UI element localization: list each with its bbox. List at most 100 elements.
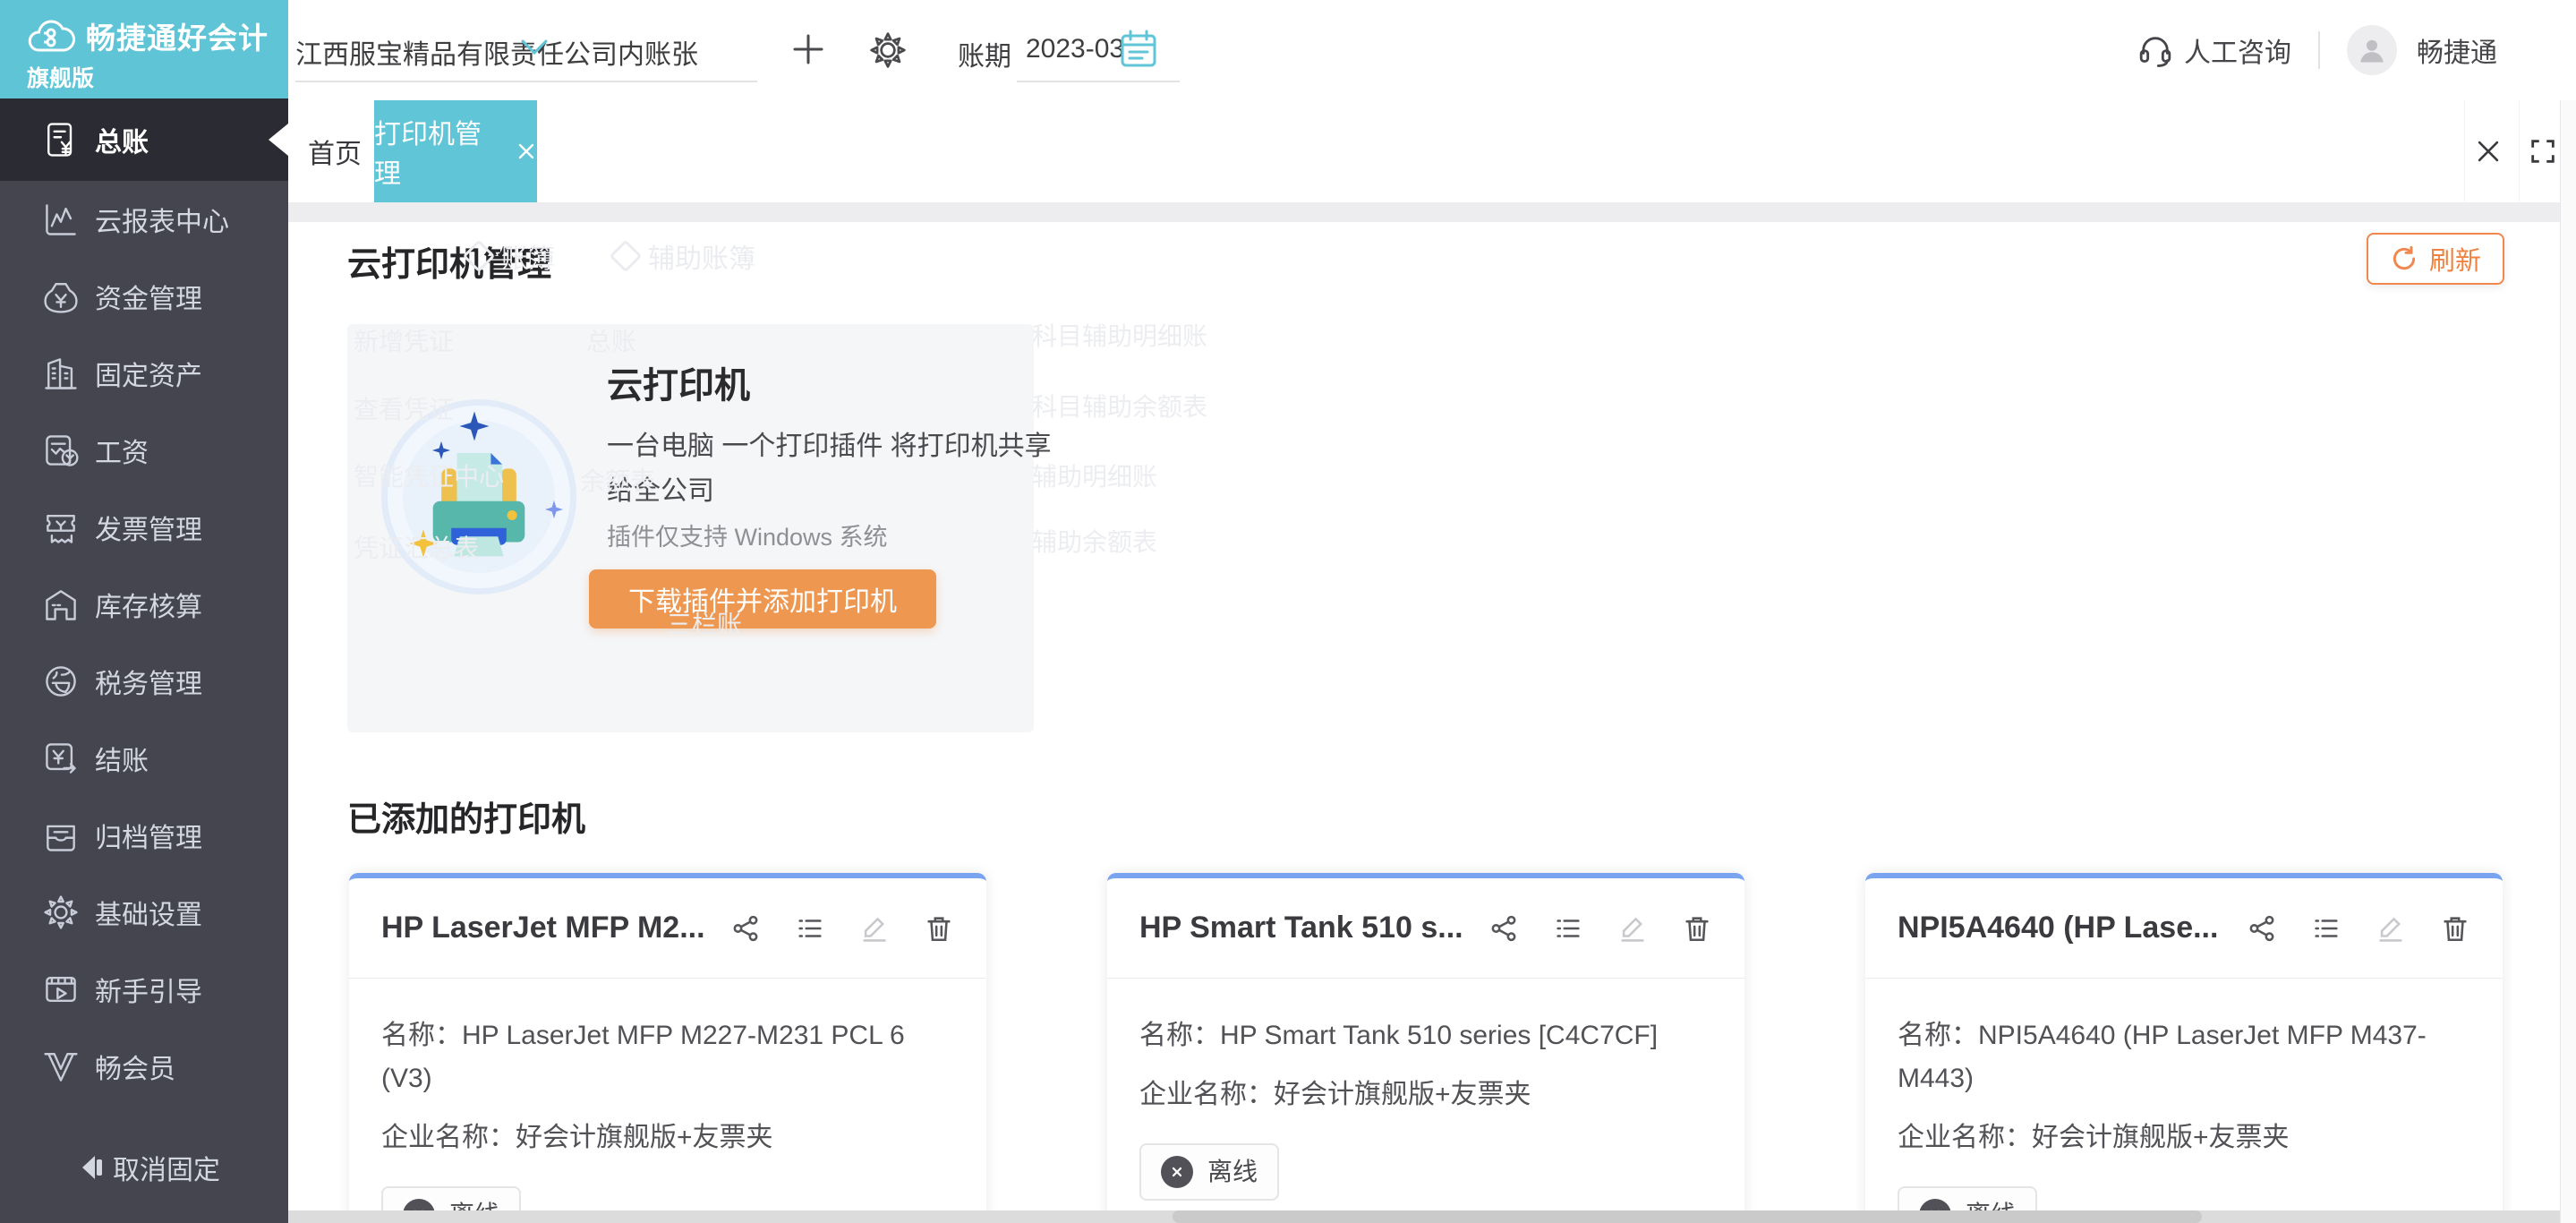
- share-icon[interactable]: [1488, 913, 1519, 944]
- sidebar-item-funds[interactable]: 资金管理: [0, 258, 288, 335]
- edit-icon[interactable]: [1617, 913, 1648, 944]
- delete-icon[interactable]: [924, 913, 954, 944]
- printer-company-field: 企业名称：好会计旗舰版+友票夹: [381, 1123, 773, 1152]
- sidebar-item-invoices[interactable]: 发票管理: [0, 489, 288, 566]
- edit-icon[interactable]: [2376, 913, 2406, 944]
- share-icon[interactable]: [730, 913, 761, 944]
- printer-card-title: NPI5A4640 (HP Lase...: [1898, 911, 2219, 945]
- add-account-button[interactable]: [789, 30, 827, 68]
- printer-card: HP Smart Tank 510 s... 名称：HP Smart Tank …: [1107, 873, 1744, 1223]
- sidebar-item-fixed-assets[interactable]: 固定资产: [0, 335, 288, 412]
- ghost-section-header: 辅助账簿: [609, 236, 755, 276]
- unpin-sidebar-button[interactable]: 取消固定: [0, 1148, 288, 1187]
- avatar[interactable]: [2347, 25, 2397, 75]
- sidebar-item-member[interactable]: 畅会员: [0, 1028, 288, 1105]
- horizontal-scrollbar[interactable]: [288, 1210, 2560, 1223]
- sparkle-icon: [408, 528, 439, 559]
- invoice-icon: [41, 508, 81, 547]
- sidebar-item-label: 总账: [95, 128, 149, 158]
- edit-icon[interactable]: [859, 913, 890, 944]
- selected-item-arrow: [269, 124, 288, 156]
- close-tabs-button[interactable]: [2464, 100, 2511, 202]
- company-selector[interactable]: 江西服宝精品有限责任公司内账张: [295, 32, 698, 72]
- list-icon[interactable]: [1553, 913, 1583, 944]
- promo-description: 一台电脑 一个打印插件 将打印机共享给全公司: [607, 432, 1052, 506]
- sparkle-icon: [431, 440, 451, 460]
- member-v-icon: [41, 1047, 81, 1086]
- account-settings-icon[interactable]: [868, 30, 908, 70]
- sidebar-item-closing[interactable]: 结账: [0, 720, 288, 797]
- offline-x-icon: [1161, 1156, 1193, 1188]
- period-underline: [1017, 81, 1180, 82]
- sparkle-icon: [458, 410, 490, 442]
- refresh-button[interactable]: 刷新: [2367, 233, 2505, 285]
- content-gap: [288, 202, 2576, 222]
- delete-icon[interactable]: [2440, 913, 2470, 944]
- printer-cards: HP LaserJet MFP M2... 名称：HP LaserJet MFP…: [349, 873, 2503, 1223]
- cloud-printer-promo-card: 云打印机 一台电脑 一个打印插件 将打印机共享给全公司 插件仅支持 Window…: [347, 324, 1052, 732]
- money-bag-icon: [41, 277, 81, 316]
- topbar-right: 人工咨询 畅捷通: [2137, 0, 2497, 100]
- tab-close-icon[interactable]: [516, 141, 537, 162]
- payroll-icon: [41, 431, 81, 470]
- tax-icon: [41, 662, 81, 701]
- period-label: 账期: [958, 42, 1011, 72]
- list-icon[interactable]: [2311, 913, 2341, 944]
- printer-name-field: 名称：HP Smart Tank 510 series [C4C7CF]: [1139, 1021, 1659, 1050]
- sidebar-item-inventory[interactable]: 库存核算: [0, 566, 288, 643]
- brand-edition: 旗舰版: [27, 66, 95, 91]
- chevron-down-icon[interactable]: [519, 38, 550, 57]
- vertical-scrollbar[interactable]: [2560, 100, 2576, 1223]
- sidebar-item-tax[interactable]: 税务管理: [0, 643, 288, 720]
- diamond-icon: [609, 239, 643, 273]
- username[interactable]: 畅捷通: [2417, 30, 2497, 70]
- closing-icon: [41, 739, 81, 778]
- page-title: 云打印机管理: [347, 246, 552, 284]
- sparkle-icon: [544, 500, 564, 519]
- printer-card: HP LaserJet MFP M2... 名称：HP LaserJet MFP…: [349, 873, 986, 1223]
- brand-logo: 畅捷通好会计 旗舰版: [0, 0, 288, 98]
- sidebar-item-payroll[interactable]: 工资: [0, 412, 288, 489]
- promo-note: 插件仅支持 Windows 系统: [607, 524, 888, 551]
- sidebar-item-settings[interactable]: 基础设置: [0, 874, 288, 951]
- status-badge: 离线: [1139, 1143, 1280, 1201]
- tab-printer-management[interactable]: 打印机管理: [374, 100, 537, 202]
- divider: [2318, 31, 2320, 69]
- brand-name: 畅捷通好会计: [86, 21, 269, 55]
- printer-card-title: HP LaserJet MFP M2...: [381, 911, 705, 945]
- download-plugin-button[interactable]: 下载插件并添加打印机: [589, 569, 936, 629]
- list-icon[interactable]: [795, 913, 825, 944]
- warehouse-icon: [41, 585, 81, 624]
- printer-company-field: 企业名称：好会计旗舰版+友票夹: [1898, 1123, 2290, 1152]
- sidebar-item-general-ledger[interactable]: 总账: [0, 98, 288, 181]
- added-printers-title: 已添加的打印机: [347, 801, 586, 839]
- horizontal-scrollbar-thumb[interactable]: [1173, 1210, 2202, 1223]
- printer-illustration: [376, 394, 582, 600]
- printer-name-field: 名称：HP LaserJet MFP M227-M231 PCL 6 (V3): [381, 1021, 905, 1093]
- tab-bar: 首页 打印机管理: [288, 100, 2576, 202]
- share-icon[interactable]: [2247, 913, 2277, 944]
- printer-card-title: HP Smart Tank 510 s...: [1139, 911, 1463, 945]
- fullscreen-button[interactable]: [2519, 100, 2565, 202]
- ledger-icon: [41, 120, 81, 159]
- refresh-icon: [2390, 244, 2418, 273]
- sidebar: 畅捷通好会计 旗舰版 总账 云报表中心 资金管理 固定资产 工资 发票管理 库存…: [0, 0, 288, 1223]
- unpin-icon: [68, 1154, 104, 1181]
- period-value[interactable]: 2023-03: [1026, 34, 1124, 64]
- calendar-icon[interactable]: [1119, 29, 1158, 70]
- promo-title: 云打印机: [607, 366, 750, 406]
- delete-icon[interactable]: [1682, 913, 1712, 944]
- gear-icon: [41, 893, 81, 932]
- company-underline: [295, 81, 757, 82]
- topbar: 江西服宝精品有限责任公司内账张 账期 2023-03 人工咨询 畅捷通: [288, 0, 2576, 100]
- sidebar-item-archive[interactable]: 归档管理: [0, 797, 288, 874]
- live-support-link[interactable]: 人工咨询: [2137, 30, 2291, 70]
- printer-name-field: 名称：NPI5A4640 (HP LaserJet MFP M437-M443): [1898, 1021, 2427, 1093]
- video-guide-icon: [41, 970, 81, 1009]
- headset-icon: [2137, 32, 2173, 68]
- chart-icon: [41, 200, 81, 239]
- tab-home[interactable]: 首页: [294, 100, 376, 202]
- sidebar-item-cloud-reports[interactable]: 云报表中心: [0, 181, 288, 258]
- printer-company-field: 企业名称：好会计旗舰版+友票夹: [1139, 1080, 1531, 1109]
- sidebar-item-guide[interactable]: 新手引导: [0, 951, 288, 1028]
